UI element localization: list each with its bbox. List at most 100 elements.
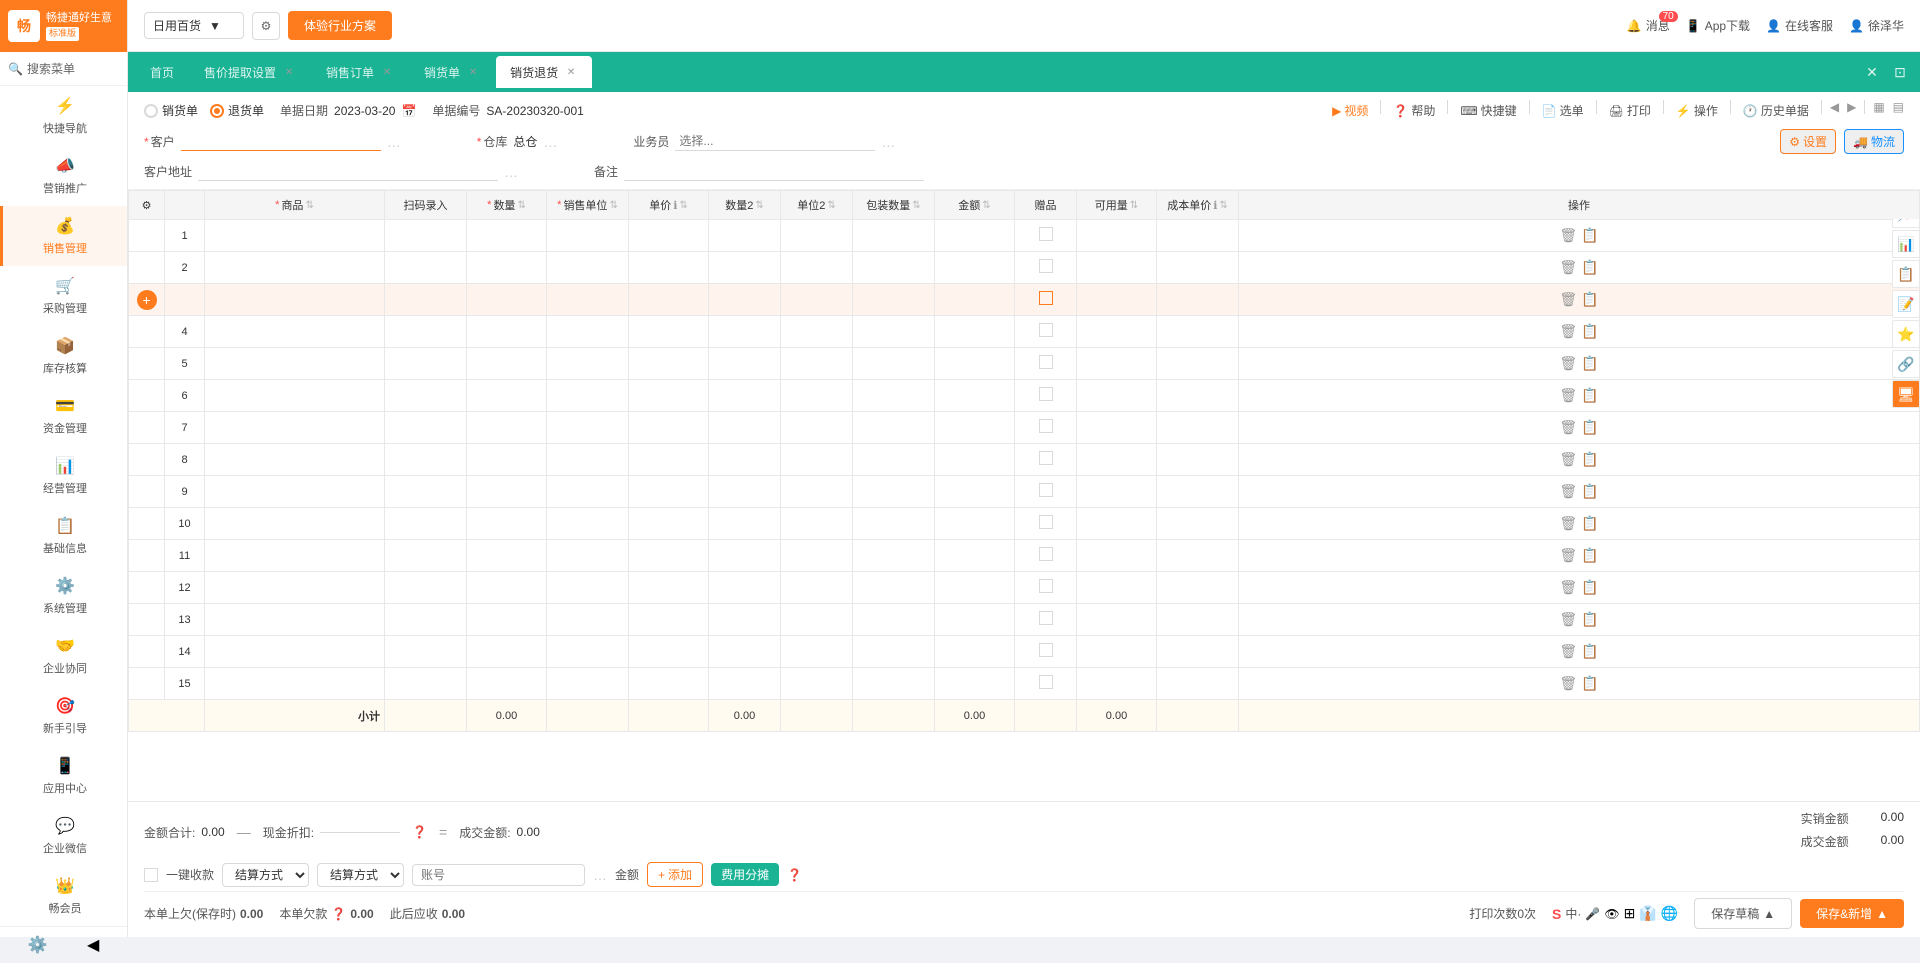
copy-row-13[interactable]: 📋 xyxy=(1581,611,1598,628)
th-settings[interactable]: ⚙ xyxy=(129,191,165,220)
sidebar-item-guide[interactable]: 🎯 新手引导 xyxy=(0,686,127,746)
row-unit2-2[interactable] xyxy=(781,252,853,284)
sort-pkg-icon[interactable]: ⇅ xyxy=(912,200,920,211)
row-gift-2[interactable] xyxy=(1015,252,1077,284)
tab-home[interactable]: 首页 xyxy=(136,56,188,88)
topbar-settings-btn[interactable]: ⚙ xyxy=(252,12,280,40)
account-input[interactable] xyxy=(412,864,585,886)
float-btn-5[interactable]: ⭐ xyxy=(1892,320,1920,348)
sort-cost-icon[interactable]: ⇅ xyxy=(1219,200,1227,211)
gift-checkbox-6[interactable] xyxy=(1039,387,1053,401)
copy-row-3[interactable]: 📋 xyxy=(1581,291,1598,308)
video-btn[interactable]: ▶ 视频 xyxy=(1328,100,1372,121)
settlement-select[interactable]: 结算方式 xyxy=(222,863,309,887)
address-select-btn[interactable]: … xyxy=(504,164,518,180)
row-gift-3[interactable] xyxy=(1015,284,1077,316)
warehouse-select-btn[interactable]: … xyxy=(543,134,557,150)
user-avatar[interactable]: 👤 徐泽华 xyxy=(1849,17,1904,34)
delete-row-7[interactable]: 🗑 xyxy=(1559,419,1577,436)
select-order-btn[interactable]: 📄 选单 xyxy=(1538,100,1588,121)
row-unit-3[interactable] xyxy=(547,284,629,316)
row-qty2-2[interactable] xyxy=(709,252,781,284)
tab-sales-delivery[interactable]: 销货单 ✕ xyxy=(410,56,494,88)
row-qty2-3[interactable] xyxy=(709,284,781,316)
save-new-btn[interactable]: 保存&新增 ▲ xyxy=(1800,899,1904,928)
copy-row-9[interactable]: 📋 xyxy=(1581,483,1598,500)
delete-row-9[interactable]: 🗑 xyxy=(1559,483,1577,500)
list-view-icon[interactable]: ▤ xyxy=(1893,100,1904,121)
gift-checkbox-5[interactable] xyxy=(1039,355,1053,369)
copy-row-1[interactable]: 📋 xyxy=(1581,227,1598,244)
gift-checkbox-10[interactable] xyxy=(1039,515,1053,529)
delete-row-4[interactable]: 🗑 xyxy=(1559,323,1577,340)
row-product-1[interactable] xyxy=(205,220,385,252)
account-select-btn[interactable]: … xyxy=(593,867,607,883)
copy-row-6[interactable]: 📋 xyxy=(1581,387,1598,404)
prev-page-icon[interactable]: ◀ xyxy=(1830,100,1839,121)
copy-row-2[interactable]: 📋 xyxy=(1581,259,1598,276)
sort-unit2-icon[interactable]: ⇅ xyxy=(827,200,835,211)
online-service-btn[interactable]: 👤 在线客服 xyxy=(1766,17,1833,34)
history-btn[interactable]: 🕐 历史单据 xyxy=(1739,100,1813,121)
salesperson-input[interactable] xyxy=(675,132,875,151)
sidebar-item-operation[interactable]: 📊 经营管理 xyxy=(0,446,127,506)
app-download-btn[interactable]: 📱 App下载 xyxy=(1686,17,1750,34)
float-btn-3[interactable]: 📋 xyxy=(1892,260,1920,288)
row-gift-1[interactable] xyxy=(1015,220,1077,252)
sort-avail-icon[interactable]: ⇅ xyxy=(1130,200,1138,211)
delete-row-8[interactable]: 🗑 xyxy=(1559,451,1577,468)
sidebar-item-member[interactable]: 👑 畅会员 xyxy=(0,866,127,926)
copy-row-8[interactable]: 📋 xyxy=(1581,451,1598,468)
gift-checkbox-11[interactable] xyxy=(1039,547,1053,561)
delete-row-11[interactable]: 🗑 xyxy=(1559,547,1577,564)
float-btn-4[interactable]: 📝 xyxy=(1892,290,1920,318)
copy-row-15[interactable]: 📋 xyxy=(1581,675,1598,692)
save-draft-btn[interactable]: 保存草稿 ▲ xyxy=(1694,898,1792,929)
row-price-3[interactable] xyxy=(629,284,709,316)
tab-close-all[interactable]: ✕ xyxy=(1860,60,1884,84)
sidebar-item-sales[interactable]: 💰 销售管理 xyxy=(0,206,127,266)
gift-checkbox-2[interactable] xyxy=(1039,259,1053,273)
shortcut-btn[interactable]: ⌨ 快捷键 xyxy=(1456,100,1520,121)
copy-row-12[interactable]: 📋 xyxy=(1581,579,1598,596)
sort-qty2-icon[interactable]: ⇅ xyxy=(755,200,763,211)
logistics-side-btn[interactable]: 🚚 物流 xyxy=(1844,129,1904,154)
sidebar-item-quick-nav[interactable]: ⚡ 快捷导航 xyxy=(0,86,127,146)
delete-row-2[interactable]: 🗑 xyxy=(1559,259,1577,276)
remark-input[interactable] xyxy=(624,162,924,181)
delete-row-5[interactable]: 🗑 xyxy=(1559,355,1577,372)
bill-current-help[interactable]: ❓ xyxy=(331,907,346,921)
customer-select-btn[interactable]: … xyxy=(387,134,401,150)
row-pkg-3[interactable] xyxy=(853,284,935,316)
delete-row-13[interactable]: 🗑 xyxy=(1559,611,1577,628)
copy-row-10[interactable]: 📋 xyxy=(1581,515,1598,532)
row-qty-3[interactable] xyxy=(467,284,547,316)
row-unit2-3[interactable] xyxy=(781,284,853,316)
tab-price-setting[interactable]: 售价提取设置 ✕ xyxy=(190,56,310,88)
tab-sales-order[interactable]: 销售订单 ✕ xyxy=(312,56,408,88)
add-payment-btn[interactable]: + 添加 xyxy=(647,862,703,887)
grid-view-icon[interactable]: ▦ xyxy=(1873,100,1884,121)
tab-close-sales-order[interactable]: ✕ xyxy=(380,65,394,79)
row-unit2-1[interactable] xyxy=(781,220,853,252)
delete-row-12[interactable]: 🗑 xyxy=(1559,579,1577,596)
salesperson-select-btn[interactable]: … xyxy=(881,134,895,150)
expense-split-btn[interactable]: 费用分摊 xyxy=(711,863,779,886)
messages-btn[interactable]: 🔔 70 消息 xyxy=(1627,17,1670,34)
row-unit-1[interactable] xyxy=(547,220,629,252)
sidebar-item-enterprise[interactable]: 🤝 企业协同 xyxy=(0,626,127,686)
sidebar-item-app-center[interactable]: 📱 应用中心 xyxy=(0,746,127,806)
sidebar-item-purchase[interactable]: 🛒 采购管理 xyxy=(0,266,127,326)
float-btn-2[interactable]: 📊 xyxy=(1892,230,1920,258)
row-price-1[interactable] xyxy=(629,220,709,252)
copy-row-14[interactable]: 📋 xyxy=(1581,643,1598,660)
calendar-icon[interactable]: 📅 xyxy=(401,104,416,118)
row-pkg-1[interactable] xyxy=(853,220,935,252)
tab-restore[interactable]: ⊡ xyxy=(1888,60,1912,84)
gift-checkbox-15[interactable] xyxy=(1039,675,1053,689)
expense-help-icon[interactable]: ❓ xyxy=(787,868,802,882)
tab-close-sales-delivery[interactable]: ✕ xyxy=(466,65,480,79)
float-btn-7[interactable]: 🖥 xyxy=(1892,380,1920,408)
row-product-3[interactable] xyxy=(205,284,385,316)
add-row-btn[interactable]: + xyxy=(137,290,157,310)
